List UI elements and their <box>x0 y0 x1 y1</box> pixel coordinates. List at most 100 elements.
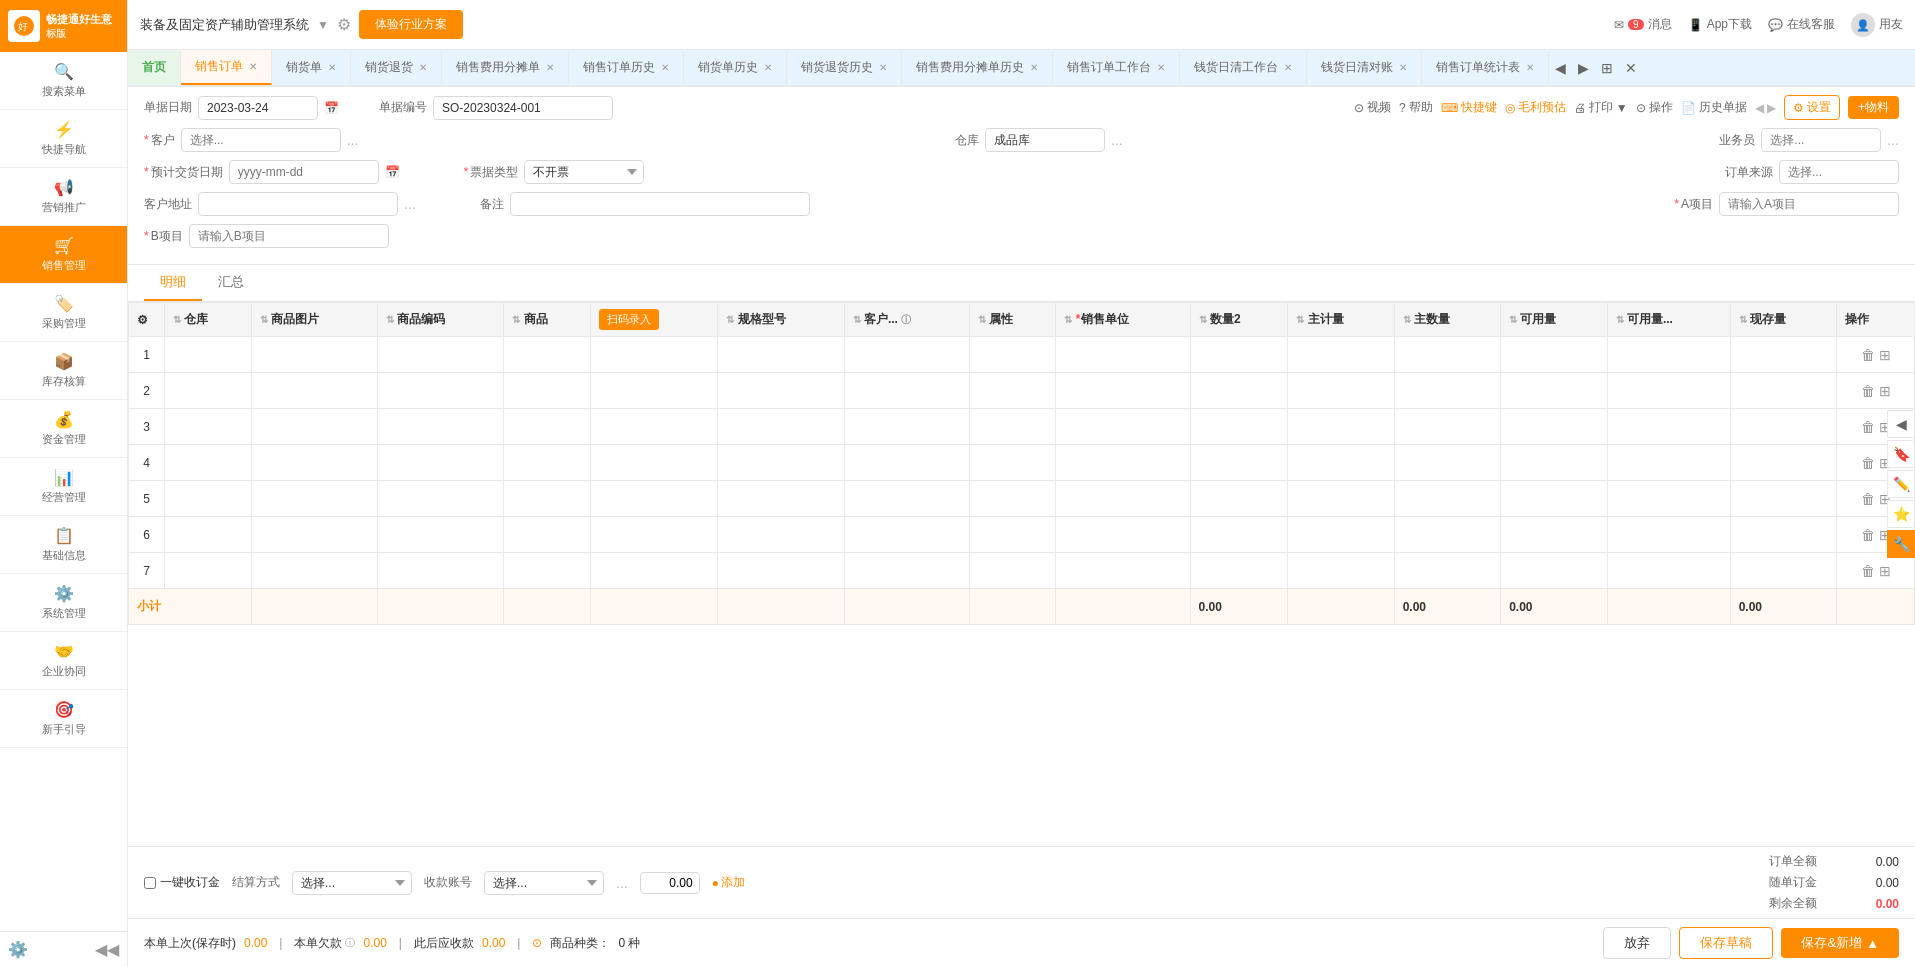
tab-close-invoice-history[interactable]: ✕ <box>764 62 772 73</box>
collapse-icon[interactable]: ◀◀ <box>95 940 119 959</box>
note-input[interactable] <box>510 192 810 216</box>
save-draft-btn[interactable]: 保存草稿 <box>1679 927 1773 959</box>
row-available[interactable] <box>1501 373 1607 409</box>
row-sales-unit[interactable] <box>1056 517 1190 553</box>
row-sales-unit[interactable] <box>1056 445 1190 481</box>
row-delete-btn[interactable]: 🗑 <box>1861 347 1875 363</box>
tab-close-return-history[interactable]: ✕ <box>879 62 887 73</box>
user-item[interactable]: 👤 用友 <box>1851 13 1903 37</box>
row-customer[interactable] <box>844 373 969 409</box>
tab-close-sales-order-history[interactable]: ✕ <box>661 62 669 73</box>
row-spec[interactable] <box>718 517 844 553</box>
row-main-unit[interactable] <box>1288 337 1394 373</box>
row-warehouse[interactable] <box>165 445 252 481</box>
tab-invoice-history[interactable]: 销货单历史 ✕ <box>684 51 787 84</box>
row-main-qty[interactable] <box>1394 337 1500 373</box>
row-product-code[interactable] <box>377 481 503 517</box>
account-select[interactable]: 选择... <box>484 871 604 895</box>
tab-close-order-report[interactable]: ✕ <box>1526 62 1534 73</box>
tab-close-sales-invoice[interactable]: ✕ <box>328 62 336 73</box>
row-stock[interactable] <box>1730 373 1836 409</box>
row-available2[interactable] <box>1607 373 1730 409</box>
row-customer[interactable] <box>844 553 969 589</box>
online-support-item[interactable]: 💬 在线客服 <box>1768 16 1835 33</box>
row-warehouse[interactable] <box>165 409 252 445</box>
row-scan[interactable] <box>590 553 717 589</box>
row-customer[interactable] <box>844 409 969 445</box>
tab-sales-invoice[interactable]: 销货单 ✕ <box>272 51 351 84</box>
order-source-input[interactable] <box>1779 160 1899 184</box>
delivery-calendar-icon[interactable]: 📅 <box>385 165 400 179</box>
tab-sales-order-history[interactable]: 销售订单历史 ✕ <box>569 51 684 84</box>
sidebar-item-enterprise[interactable]: 🤝 企业协同 <box>0 632 127 690</box>
settlement-select[interactable]: 选择... <box>292 871 412 895</box>
history-btn[interactable]: 📄 历史单据 <box>1681 99 1747 116</box>
row-copy-btn[interactable]: ⊞ <box>1879 383 1891 399</box>
customer-address-input[interactable] <box>198 192 398 216</box>
detail-tab-huizong[interactable]: 汇总 <box>202 265 260 301</box>
row-warehouse[interactable] <box>165 373 252 409</box>
payment-amount-input[interactable] <box>640 872 700 894</box>
sidebar-item-system[interactable]: ⚙️ 系统管理 <box>0 574 127 632</box>
row-scan[interactable] <box>590 481 717 517</box>
row-main-qty[interactable] <box>1394 553 1500 589</box>
row-scan[interactable] <box>590 373 717 409</box>
row-product-code[interactable] <box>377 517 503 553</box>
row-available2[interactable] <box>1607 517 1730 553</box>
dropdown-icon[interactable]: ▼ <box>317 18 329 32</box>
row-main-unit[interactable] <box>1288 517 1394 553</box>
add-material-btn[interactable]: +物料 <box>1848 96 1899 119</box>
order-no-input[interactable] <box>433 96 613 120</box>
customer-input[interactable] <box>181 128 341 152</box>
tab-close-expense-history[interactable]: ✕ <box>1030 62 1038 73</box>
row-main-qty[interactable] <box>1394 373 1500 409</box>
print-btn[interactable]: 🖨 打印 ▼ <box>1574 99 1628 116</box>
row-warehouse[interactable] <box>165 337 252 373</box>
row-delete-btn[interactable]: 🗑 <box>1861 527 1875 543</box>
row-delete-btn[interactable]: 🗑 <box>1861 455 1875 471</box>
b-project-input[interactable] <box>189 224 389 248</box>
tab-close-sales-return[interactable]: ✕ <box>419 62 427 73</box>
row-product[interactable] <box>504 409 591 445</box>
solution-btn[interactable]: 体验行业方案 <box>359 10 463 39</box>
row-product-img[interactable] <box>251 373 377 409</box>
sidebar-item-search[interactable]: 🔍 搜索菜单 <box>0 52 127 110</box>
tab-expense-history[interactable]: 销售费用分摊单历史 ✕ <box>902 51 1053 84</box>
tab-close-daily-workbench[interactable]: ✕ <box>1284 62 1292 73</box>
discard-btn[interactable]: 放弃 <box>1603 927 1671 959</box>
settings-btn[interactable]: ⚙ 设置 <box>1784 95 1840 120</box>
row-qty2[interactable] <box>1190 409 1288 445</box>
a-project-input[interactable] <box>1719 192 1899 216</box>
row-attribute[interactable] <box>969 481 1056 517</box>
sidebar-item-quick-nav[interactable]: ⚡ 快捷导航 <box>0 110 127 168</box>
warehouse-expand-icon[interactable]: ... <box>1111 132 1123 148</box>
row-stock[interactable] <box>1730 445 1836 481</box>
row-main-unit[interactable] <box>1288 373 1394 409</box>
table-wrapper[interactable]: ⚙ ⇅ 仓库 ⇅ 商品图片 ⇅ 商品编码 ⇅ 商品 扫码录入 ⇅ 规格型号 ⇅ … <box>128 302 1915 846</box>
row-attribute[interactable] <box>969 445 1056 481</box>
row-attribute[interactable] <box>969 337 1056 373</box>
tab-order-report[interactable]: 销售订单统计表 ✕ <box>1422 51 1549 84</box>
row-delete-btn[interactable]: 🗑 <box>1861 563 1875 579</box>
row-product-img[interactable] <box>251 445 377 481</box>
row-spec[interactable] <box>718 337 844 373</box>
settings-gear-icon[interactable]: ⚙ <box>337 15 351 34</box>
tab-close-sales-order[interactable]: ✕ <box>249 61 257 72</box>
row-product-img[interactable] <box>251 517 377 553</box>
row-delete-btn[interactable]: 🗑 <box>1861 419 1875 435</box>
tab-prev-icon[interactable]: ◀ <box>1549 60 1572 76</box>
row-available[interactable] <box>1501 337 1607 373</box>
row-product[interactable] <box>504 373 591 409</box>
sidebar-item-sales[interactable]: 🛒 销售管理 <box>0 226 127 284</box>
right-panel-btn-4[interactable]: ⭐ <box>1887 500 1915 528</box>
sidebar-item-inventory[interactable]: 📦 库存核算 <box>0 342 127 400</box>
tab-sales-return[interactable]: 销货退货 ✕ <box>351 51 442 84</box>
view-btn[interactable]: ⊙ 视频 <box>1354 99 1391 116</box>
row-product[interactable] <box>504 553 591 589</box>
row-product[interactable] <box>504 517 591 553</box>
row-spec[interactable] <box>718 373 844 409</box>
one-click-checkbox-label[interactable]: 一键收订金 <box>144 874 220 891</box>
sidebar-item-basic-info[interactable]: 📋 基础信息 <box>0 516 127 574</box>
row-main-qty[interactable] <box>1394 481 1500 517</box>
row-product-code[interactable] <box>377 553 503 589</box>
